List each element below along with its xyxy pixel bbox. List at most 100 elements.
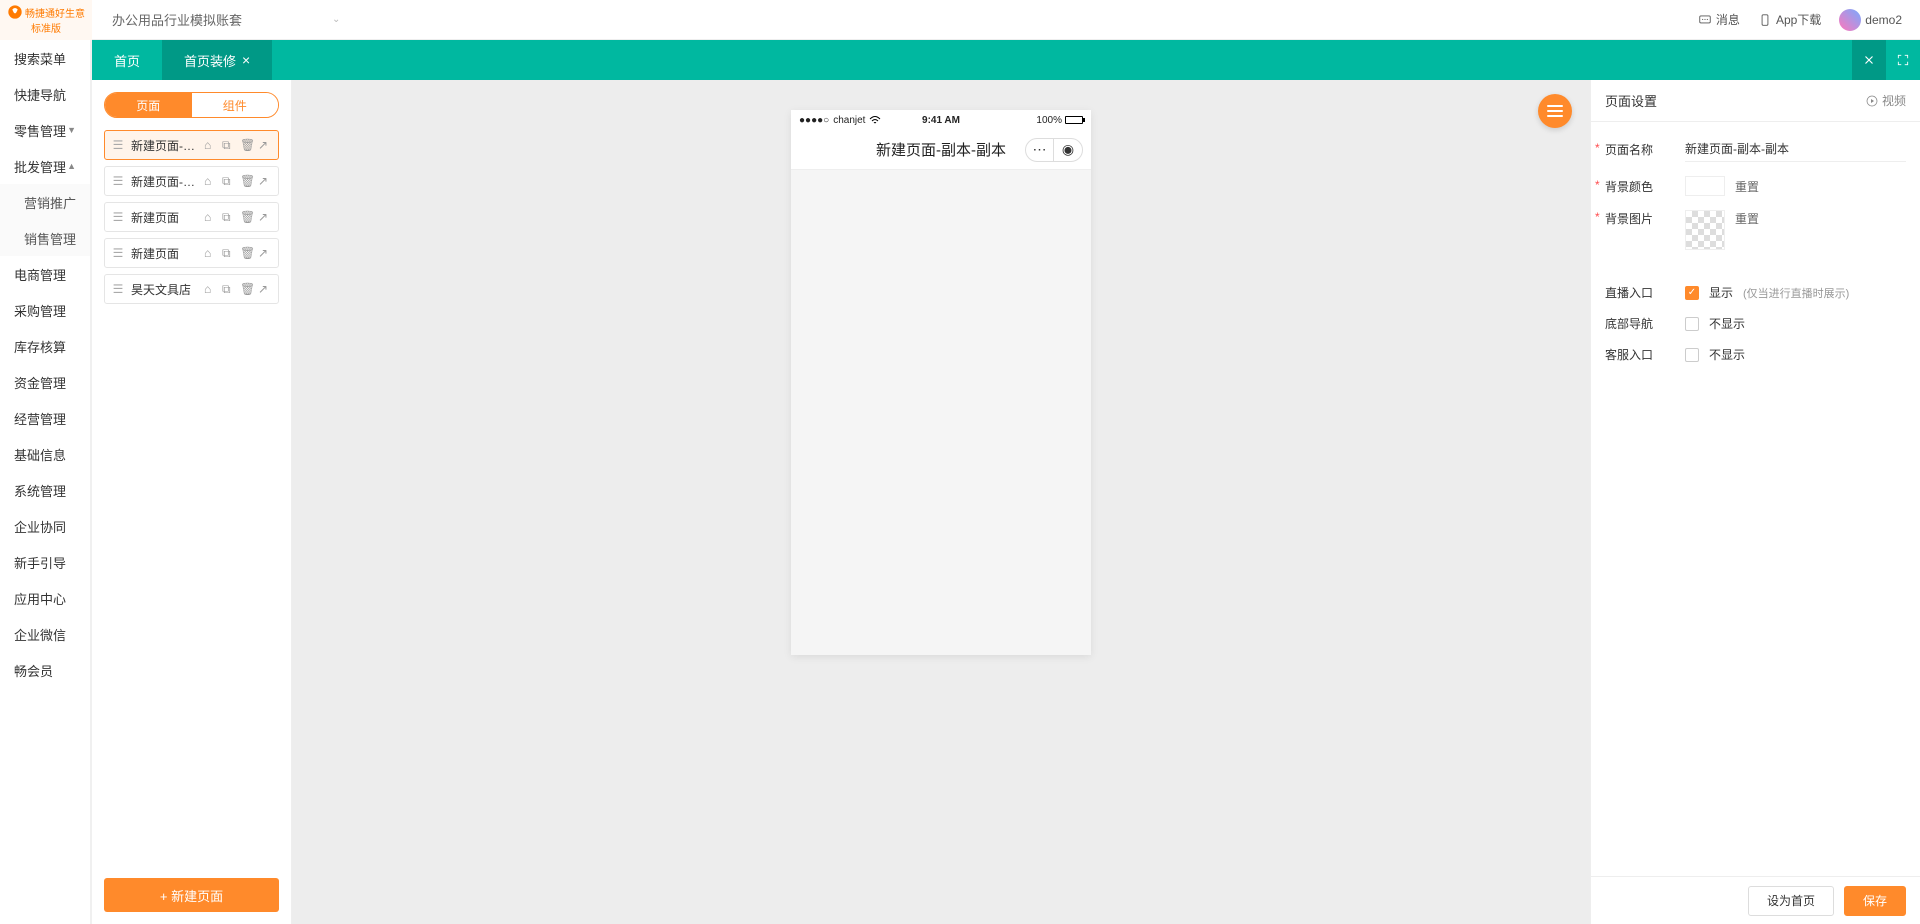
bg-color-reset[interactable]: 重置 xyxy=(1735,178,1759,195)
sidebar-item-wechat[interactable]: 企业微信 xyxy=(0,616,90,652)
sidebar-item-purchase[interactable]: 采购管理 xyxy=(0,292,90,328)
segment-tabs: 页面 组件 xyxy=(104,92,279,118)
tab-home[interactable]: 首页 xyxy=(92,40,162,80)
bottom-nav-label: 底部导航 xyxy=(1605,315,1675,332)
save-button[interactable]: 保存 xyxy=(1844,886,1906,916)
phone-status-bar: ●●●●○ chanjet 9:41 AM 100% xyxy=(791,110,1091,130)
sidebar-item-collab[interactable]: 企业协同 xyxy=(0,508,90,544)
phone-title-bar: 新建页面-副本-副本 ⋯ ◉ xyxy=(791,130,1091,170)
home-icon[interactable]: ⌂ xyxy=(204,246,218,261)
page-item[interactable]: ☰ 新建页面 ⌂⧉🗑↗ xyxy=(104,202,279,232)
copy-icon[interactable]: ⧉ xyxy=(222,282,236,297)
sidebar-item-member[interactable]: 畅会员 xyxy=(0,652,90,688)
delete-icon[interactable]: 🗑 xyxy=(240,138,254,153)
new-page-button[interactable]: + 新建页面 xyxy=(104,878,279,912)
page-item[interactable]: ☰ 新建页面-副本... ⌂ ⧉ 🗑 ↗ xyxy=(104,130,279,160)
page-item[interactable]: ☰ 新建页面-副本 ⌂⧉🗑↗ xyxy=(104,166,279,196)
toggle-panel-button[interactable] xyxy=(1538,94,1572,128)
video-link[interactable]: 视频 xyxy=(1866,92,1906,109)
home-icon[interactable]: ⌂ xyxy=(204,138,218,153)
tab-decoration[interactable]: 首页装修 × xyxy=(162,40,272,80)
sidebar-item-system[interactable]: 系统管理 xyxy=(0,472,90,508)
sidebar-item-retail[interactable]: 零售管理▼ xyxy=(0,112,90,148)
seg-tab-page[interactable]: 页面 xyxy=(105,93,192,117)
wifi-icon xyxy=(869,115,881,125)
miniprogram-capsule: ⋯ ◉ xyxy=(1025,138,1083,162)
live-checkbox[interactable]: ✓ xyxy=(1685,286,1699,300)
messages-link[interactable]: 消息 xyxy=(1698,11,1740,28)
sidebar-item-ecommerce[interactable]: 电商管理 xyxy=(0,256,90,292)
main: 首页 首页装修 × 页面 组件 xyxy=(92,40,1920,924)
phone-time: 9:41 AM xyxy=(922,115,960,126)
seg-tab-component[interactable]: 组件 xyxy=(192,93,279,117)
tab-bar: 首页 首页装修 × xyxy=(92,40,1920,80)
bg-color-label: 背景颜色 xyxy=(1605,178,1675,195)
capsule-close-icon[interactable]: ◉ xyxy=(1054,139,1082,161)
delete-icon[interactable]: 🗑 xyxy=(240,246,254,261)
copy-icon[interactable]: ⧉ xyxy=(222,246,236,261)
bottom-nav-checkbox[interactable] xyxy=(1685,317,1699,331)
tabbar-close-button[interactable] xyxy=(1852,40,1886,80)
avatar xyxy=(1839,9,1861,31)
close-icon[interactable]: × xyxy=(242,52,250,68)
bg-color-swatch[interactable] xyxy=(1685,176,1725,196)
sidebar-item-marketing[interactable]: 营销推广 xyxy=(0,184,90,220)
play-icon xyxy=(1866,95,1878,107)
service-entry-label: 客服入口 xyxy=(1605,346,1675,363)
capsule-more-icon[interactable]: ⋯ xyxy=(1026,139,1054,161)
share-icon[interactable]: ↗ xyxy=(258,174,272,189)
sidebar-item-basicinfo[interactable]: 基础信息 xyxy=(0,436,90,472)
page-name-input[interactable] xyxy=(1685,136,1906,162)
sidebar-item-guide[interactable]: 新手引导 xyxy=(0,544,90,580)
app-download-link[interactable]: App下载 xyxy=(1758,11,1821,28)
bg-image-reset[interactable]: 重置 xyxy=(1735,210,1759,227)
sidebar-item-operations[interactable]: 经营管理 xyxy=(0,400,90,436)
page-item[interactable]: ☰ 昊天文具店 ⌂⧉🗑↗ xyxy=(104,274,279,304)
drag-icon[interactable]: ☰ xyxy=(111,246,125,260)
user-menu[interactable]: demo2 xyxy=(1839,9,1902,31)
copy-icon[interactable]: ⧉ xyxy=(222,138,236,153)
sidebar-item-wholesale[interactable]: 批发管理▲ xyxy=(0,148,90,184)
sidebar-item-appcenter[interactable]: 应用中心 xyxy=(0,580,90,616)
sidebar-item-quicknav[interactable]: 快捷导航 xyxy=(0,76,90,112)
drag-icon[interactable]: ☰ xyxy=(111,210,125,224)
set-home-button[interactable]: 设为首页 xyxy=(1748,886,1834,916)
caret-up-icon: ▲ xyxy=(67,161,76,171)
share-icon[interactable]: ↗ xyxy=(258,138,272,153)
header-actions: 消息 App下载 demo2 xyxy=(1698,9,1920,31)
drag-icon[interactable]: ☰ xyxy=(111,138,125,152)
copy-icon[interactable]: ⧉ xyxy=(222,174,236,189)
top-header: 畅捷通好生意 标准版 办公用品行业模拟账套 ⌄ 消息 App下载 demo2 xyxy=(0,0,1920,40)
sidebar-item-sales[interactable]: 销售管理 xyxy=(0,220,90,256)
share-icon[interactable]: ↗ xyxy=(258,246,272,261)
account-selector[interactable]: 办公用品行业模拟账套 ⌄ xyxy=(112,10,340,29)
sidebar-item-funds[interactable]: 资金管理 xyxy=(0,364,90,400)
delete-icon[interactable]: 🗑 xyxy=(240,210,254,225)
message-icon xyxy=(1698,13,1712,27)
delete-icon[interactable]: 🗑 xyxy=(240,282,254,297)
home-icon[interactable]: ⌂ xyxy=(204,282,218,297)
delete-icon[interactable]: 🗑 xyxy=(240,174,254,189)
home-icon[interactable]: ⌂ xyxy=(204,210,218,225)
drag-icon[interactable]: ☰ xyxy=(111,174,125,188)
service-checkbox[interactable] xyxy=(1685,348,1699,362)
page-list: ☰ 新建页面-副本... ⌂ ⧉ 🗑 ↗ ☰ 新建页面-副本 ⌂⧉🗑↗ xyxy=(104,130,279,878)
page-name-label: 页面名称 xyxy=(1605,141,1675,158)
live-entry-label: 直播入口 xyxy=(1605,284,1675,301)
tabbar-fullscreen-button[interactable] xyxy=(1886,40,1920,80)
home-icon[interactable]: ⌂ xyxy=(204,174,218,189)
sidebar-item-inventory[interactable]: 库存核算 xyxy=(0,328,90,364)
signal-icon: ●●●●○ xyxy=(799,115,829,126)
share-icon[interactable]: ↗ xyxy=(258,282,272,297)
phone-preview: ●●●●○ chanjet 9:41 AM 100% 新建页面-副本-副本 xyxy=(791,110,1091,655)
phone-icon xyxy=(1758,13,1772,27)
copy-icon[interactable]: ⧉ xyxy=(222,210,236,225)
logo[interactable]: 畅捷通好生意 标准版 xyxy=(0,0,92,40)
sidebar-item-search[interactable]: 搜索菜单 xyxy=(0,40,90,76)
drag-icon[interactable]: ☰ xyxy=(111,282,125,296)
page-item[interactable]: ☰ 新建页面 ⌂⧉🗑↗ xyxy=(104,238,279,268)
share-icon[interactable]: ↗ xyxy=(258,210,272,225)
bg-image-swatch[interactable] xyxy=(1685,210,1725,250)
logo-icon xyxy=(7,4,23,20)
chevron-down-icon: ⌄ xyxy=(332,14,340,25)
